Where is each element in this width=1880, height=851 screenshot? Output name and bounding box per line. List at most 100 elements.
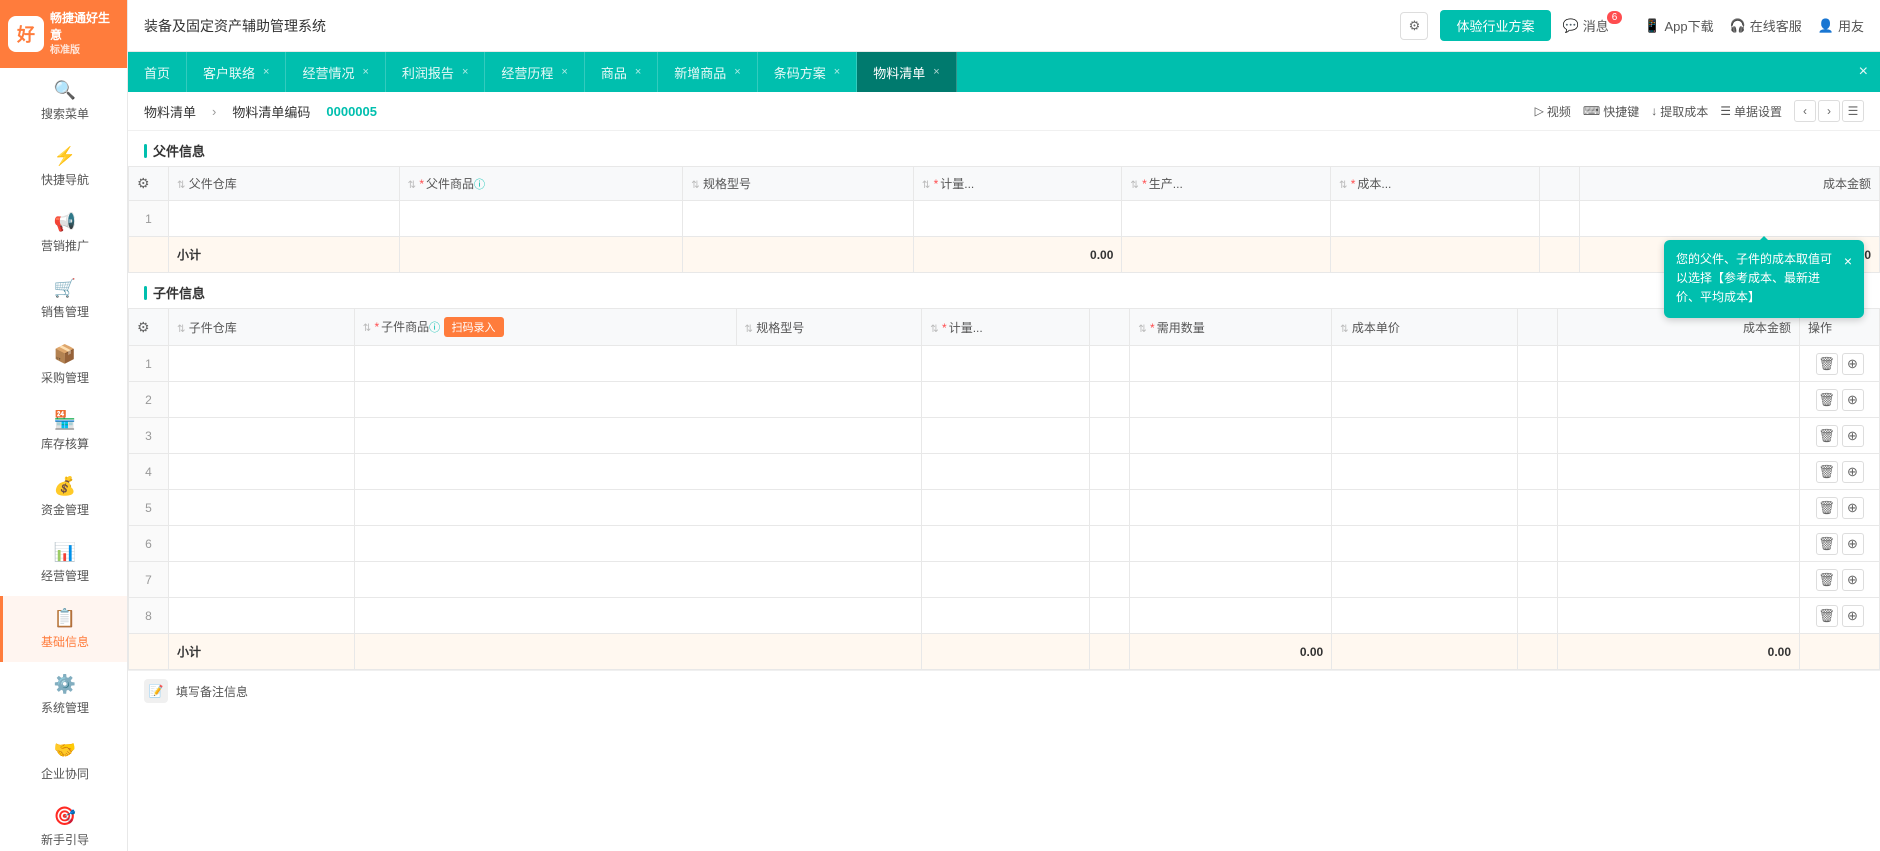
tab-new-product[interactable]: 新增商品 ×: [658, 52, 757, 92]
sidebar-item-inventory[interactable]: 🏪 库存核算: [0, 398, 127, 464]
sidebar-item-sales[interactable]: 🛒 销售管理: [0, 266, 127, 332]
app-download-action[interactable]: 📱 App下载: [1644, 16, 1713, 35]
view-action[interactable]: ▷ 视频: [1535, 103, 1571, 120]
sidebar-item-guide[interactable]: 🎯 新手引导: [0, 794, 127, 851]
tab-new-product-close[interactable]: ×: [734, 66, 740, 78]
child-unitcost-6[interactable]: [1332, 526, 1518, 562]
sidebar-item-purchase[interactable]: 📦 采购管理: [0, 332, 127, 398]
child-unit-4[interactable]: [922, 454, 1090, 490]
child-delete-1[interactable]: 🗑: [1816, 353, 1838, 375]
child-delete-2[interactable]: 🗑: [1816, 389, 1838, 411]
parent-production-1[interactable]: [1122, 201, 1331, 237]
next-record[interactable]: ›: [1818, 100, 1840, 122]
child-unitcost-7[interactable]: [1332, 562, 1518, 598]
note-icon[interactable]: 📝: [144, 679, 168, 703]
child-unitcost-4[interactable]: [1332, 454, 1518, 490]
child-product-1[interactable]: [354, 346, 922, 382]
child-unit-6[interactable]: [922, 526, 1090, 562]
parent-cost-1[interactable]: [1330, 201, 1539, 237]
sidebar-item-search[interactable]: 🔍 搜索菜单: [0, 68, 127, 134]
tab-customer[interactable]: 客户联络 ×: [187, 52, 286, 92]
child-unit-5[interactable]: [922, 490, 1090, 526]
tab-barcode-close[interactable]: ×: [834, 66, 840, 78]
tab-product[interactable]: 商品 ×: [585, 52, 658, 92]
close-all-tabs[interactable]: ×: [1847, 52, 1880, 92]
child-unitcost-5[interactable]: [1332, 490, 1518, 526]
tab-operations-close[interactable]: ×: [362, 66, 368, 78]
sidebar-item-collab[interactable]: 🤝 企业协同: [0, 728, 127, 794]
grid-settings-icon[interactable]: ⚙: [137, 175, 150, 191]
child-warehouse-5[interactable]: [169, 490, 355, 526]
tab-product-close[interactable]: ×: [635, 66, 641, 78]
child-copy-2[interactable]: ⊕: [1842, 389, 1864, 411]
parent-warehouse-1[interactable]: [169, 201, 400, 237]
child-product-8[interactable]: [354, 598, 922, 634]
child-product-5[interactable]: [354, 490, 922, 526]
single-settings-action[interactable]: ☰ 单据设置: [1720, 103, 1782, 120]
tab-history[interactable]: 经营历程 ×: [485, 52, 584, 92]
child-copy-3[interactable]: ⊕: [1842, 425, 1864, 447]
sidebar-item-quicknav[interactable]: ⚡ 快捷导航: [0, 134, 127, 200]
trial-btn[interactable]: 体验行业方案: [1440, 10, 1550, 41]
shortcut-action[interactable]: ⌨ 快捷键: [1583, 103, 1639, 120]
child-unit-8[interactable]: [922, 598, 1090, 634]
sidebar-item-operations[interactable]: 📊 经营管理: [0, 530, 127, 596]
child-warehouse-6[interactable]: [169, 526, 355, 562]
online-service-action[interactable]: 🎧 在线客服: [1730, 16, 1802, 35]
child-copy-6[interactable]: ⊕: [1842, 533, 1864, 555]
extract-cost-action[interactable]: ↓ 提取成本: [1651, 103, 1708, 120]
tooltip-close-btn[interactable]: ×: [1844, 250, 1852, 272]
child-unit-2[interactable]: [922, 382, 1090, 418]
tab-history-close[interactable]: ×: [561, 66, 567, 78]
child-grid-icon[interactable]: ⚙: [137, 319, 150, 335]
child-copy-1[interactable]: ⊕: [1842, 353, 1864, 375]
child-qty-1[interactable]: [1130, 346, 1332, 382]
child-qty-8[interactable]: [1130, 598, 1332, 634]
child-product-6[interactable]: [354, 526, 922, 562]
breadcrumb-bom[interactable]: 物料清单: [144, 102, 196, 121]
child-delete-8[interactable]: 🗑: [1816, 605, 1838, 627]
child-warehouse-4[interactable]: [169, 454, 355, 490]
child-qty-3[interactable]: [1130, 418, 1332, 454]
tab-home[interactable]: 首页: [128, 52, 187, 92]
child-qty-7[interactable]: [1130, 562, 1332, 598]
child-product-3[interactable]: [354, 418, 922, 454]
child-warehouse-8[interactable]: [169, 598, 355, 634]
child-product-4[interactable]: [354, 454, 922, 490]
child-copy-8[interactable]: ⊕: [1842, 605, 1864, 627]
tab-barcode[interactable]: 条码方案 ×: [758, 52, 857, 92]
child-copy-4[interactable]: ⊕: [1842, 461, 1864, 483]
parent-product-1[interactable]: [399, 201, 683, 237]
tab-bom[interactable]: 物料清单 ×: [857, 52, 956, 92]
settings-icon[interactable]: ⚙: [1400, 12, 1428, 40]
tab-customer-close[interactable]: ×: [263, 66, 269, 78]
user-action[interactable]: 👤 用友: [1818, 16, 1864, 35]
scan-btn[interactable]: 扫码录入: [444, 317, 504, 337]
prev-record[interactable]: ‹: [1794, 100, 1816, 122]
tab-profit[interactable]: 利润报告 ×: [386, 52, 485, 92]
child-unitcost-3[interactable]: [1332, 418, 1518, 454]
child-delete-7[interactable]: 🗑: [1816, 569, 1838, 591]
child-delete-5[interactable]: 🗑: [1816, 497, 1838, 519]
tab-operations[interactable]: 经营情况 ×: [286, 52, 385, 92]
child-unitcost-2[interactable]: [1332, 382, 1518, 418]
messages-action[interactable]: 💬 消息 6: [1563, 16, 1629, 35]
child-unitcost-8[interactable]: [1332, 598, 1518, 634]
parent-unit-1[interactable]: [913, 201, 1122, 237]
child-qty-4[interactable]: [1130, 454, 1332, 490]
sidebar-item-basicinfo[interactable]: 📋 基础信息: [0, 596, 127, 662]
child-product-7[interactable]: [354, 562, 922, 598]
parent-spec-1[interactable]: [683, 201, 914, 237]
sidebar-item-marketing[interactable]: 📢 营销推广: [0, 200, 127, 266]
bottom-label[interactable]: 填写备注信息: [176, 683, 248, 700]
child-qty-2[interactable]: [1130, 382, 1332, 418]
child-product-2[interactable]: [354, 382, 922, 418]
sidebar-item-system[interactable]: ⚙️ 系统管理: [0, 662, 127, 728]
child-qty-5[interactable]: [1130, 490, 1332, 526]
child-delete-6[interactable]: 🗑: [1816, 533, 1838, 555]
child-warehouse-7[interactable]: [169, 562, 355, 598]
parent-th-settings[interactable]: ⚙: [129, 167, 169, 201]
child-th-settings[interactable]: ⚙: [129, 309, 169, 346]
child-unitcost-1[interactable]: [1332, 346, 1518, 382]
child-qty-6[interactable]: [1130, 526, 1332, 562]
